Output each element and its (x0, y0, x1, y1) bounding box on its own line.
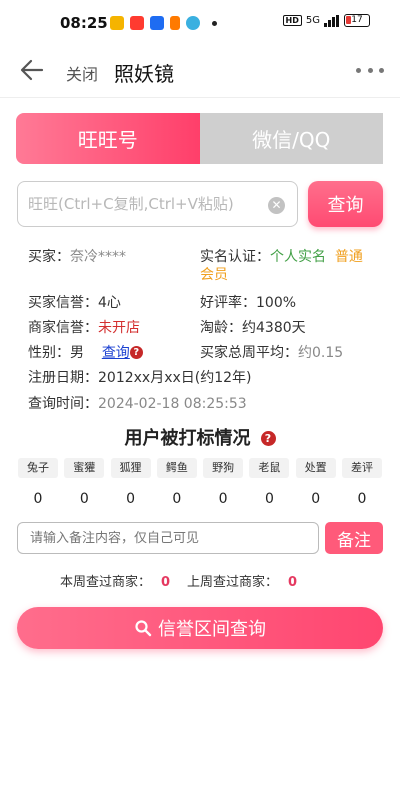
mark-count: 0 (33, 491, 43, 507)
query-time-row: 查询时间：2024-02-18 08:25:53 (28, 395, 247, 413)
this-week-visits: 本周查过商家： 0 (60, 571, 170, 590)
status-app-icons (110, 16, 217, 30)
notification-app-icon (150, 16, 164, 30)
buyer-label: 买家： (28, 249, 70, 265)
mark-tag: 兔子 (18, 458, 58, 478)
back-arrow-icon[interactable] (18, 56, 46, 84)
more-options-icon[interactable] (356, 56, 384, 84)
mark-count: 0 (172, 491, 182, 507)
buyer-credit-value: 4心 (98, 295, 121, 311)
search-field-container: ✕ (17, 181, 298, 227)
weekly-avg-label: 买家总周平均： (200, 345, 298, 361)
shop-credit-value: 未开店 (98, 320, 140, 336)
battery-level: 17 (351, 15, 363, 25)
good-rate-row: 好评率：100% (200, 294, 296, 312)
buyer-value: 奈冷**** (70, 249, 126, 265)
buyer-credit-row: 买家信誉：4心 (28, 294, 121, 312)
account-age-row: 淘龄：约4380天 (200, 319, 306, 337)
member-level-suffix: 会员 (200, 267, 228, 283)
notification-app-icon (170, 16, 180, 30)
register-date-row: 注册日期：2012xx月xx日(约12年) (28, 369, 252, 387)
remark-input[interactable] (18, 523, 318, 553)
query-time-label: 查询时间： (28, 396, 98, 412)
gender-label: 性别： (28, 345, 70, 361)
tab-wangwang[interactable]: 旺旺号 (16, 113, 200, 164)
last-week-visits: 上周查过商家： 0 (187, 571, 297, 590)
this-week-count: 0 (161, 575, 171, 590)
gender-query-link[interactable]: 查询 (102, 345, 130, 361)
weekly-avg-value: 约0.15 (298, 345, 344, 361)
mark-counts-row: 0 0 0 0 0 0 0 0 (18, 491, 382, 507)
nav-bar: 关闭 照妖镜 (0, 44, 400, 98)
weekly-avg-row: 买家总周平均：约0.15 (200, 344, 343, 362)
mark-tag: 野狗 (203, 458, 244, 478)
remark-field-container (17, 522, 319, 554)
status-time: 08:25 (60, 14, 108, 32)
shop-credit-row: 商家信誉：未开店 (28, 319, 140, 337)
search-icon (135, 620, 152, 637)
last-week-label: 上周查过商家： (187, 575, 279, 590)
mark-tag: 鳄鱼 (156, 458, 197, 478)
tab-wechat-qq[interactable]: 微信/QQ (199, 113, 383, 164)
buyer-row: 买家：奈冷**** (28, 248, 126, 266)
notification-app-icon (110, 16, 124, 30)
mark-count: 0 (311, 491, 321, 507)
wangwang-search-input[interactable] (28, 182, 268, 226)
account-age-value: 约4380天 (242, 320, 306, 336)
status-bar: 08:25 HD 5G 17 (0, 0, 400, 44)
network-type: 5G (305, 15, 320, 26)
query-button[interactable]: 查询 (308, 181, 383, 227)
notification-app-icon (130, 16, 144, 30)
this-week-label: 本周查过商家： (60, 575, 152, 590)
verify-row: 实名认证：个人实名 普通会员 (200, 248, 380, 284)
mark-count: 0 (218, 491, 228, 507)
mark-count: 0 (126, 491, 136, 507)
account-age-label: 淘龄： (200, 320, 242, 336)
signal-icon (324, 14, 339, 27)
remark-button[interactable]: 备注 (325, 522, 383, 554)
mark-count: 0 (264, 491, 274, 507)
mark-tag: 处置 (295, 458, 336, 478)
mark-count: 0 (79, 491, 89, 507)
account-type-tabs: 旺旺号 微信/QQ (16, 113, 383, 164)
good-rate-label: 好评率： (200, 295, 256, 311)
mark-count: 0 (357, 491, 367, 507)
mark-tags-row: 兔子 蜜獾 狐狸 鳄鱼 野狗 老鼠 处置 差评 (18, 458, 382, 478)
credit-range-label: 信誉区间查询 (158, 619, 266, 640)
register-date-value: 2012xx月xx日(约12年) (98, 370, 252, 386)
marks-section-title: 用户被打标情况? (0, 424, 400, 450)
good-rate-value: 100% (256, 295, 297, 311)
register-date-label: 注册日期： (28, 370, 98, 386)
verify-personal: 个人实名 (270, 249, 326, 265)
page-title: 照妖镜 (114, 62, 174, 86)
help-icon[interactable]: ? (129, 346, 143, 359)
last-week-count: 0 (288, 575, 298, 590)
mark-tag: 蜜獾 (64, 458, 105, 478)
clear-input-icon[interactable]: ✕ (268, 197, 285, 214)
status-indicators: HD 5G 17 (282, 14, 370, 27)
battery-icon: 17 (344, 14, 370, 27)
close-button[interactable]: 关闭 (66, 61, 98, 85)
notification-app-icon (186, 16, 200, 30)
mark-tag: 老鼠 (249, 458, 290, 478)
marks-title-text: 用户被打标情况 (124, 428, 251, 449)
mark-tag: 狐狸 (110, 458, 151, 478)
mark-tag: 差评 (341, 458, 382, 478)
gender-value: 男 (70, 345, 84, 361)
hd-icon: HD (282, 15, 302, 26)
buyer-credit-label: 买家信誉： (28, 295, 98, 311)
credit-range-query-button[interactable]: 信誉区间查询 (17, 607, 383, 649)
gender-row: 性别：男 查询? (28, 344, 143, 362)
shop-credit-label: 商家信誉： (28, 320, 98, 336)
verify-label: 实名认证： (200, 249, 270, 265)
marks-help-icon[interactable]: ? (260, 431, 276, 446)
query-time-value: 2024-02-18 08:25:53 (98, 396, 247, 412)
member-level: 普通 (334, 249, 363, 265)
more-notifications-dot (212, 20, 217, 26)
